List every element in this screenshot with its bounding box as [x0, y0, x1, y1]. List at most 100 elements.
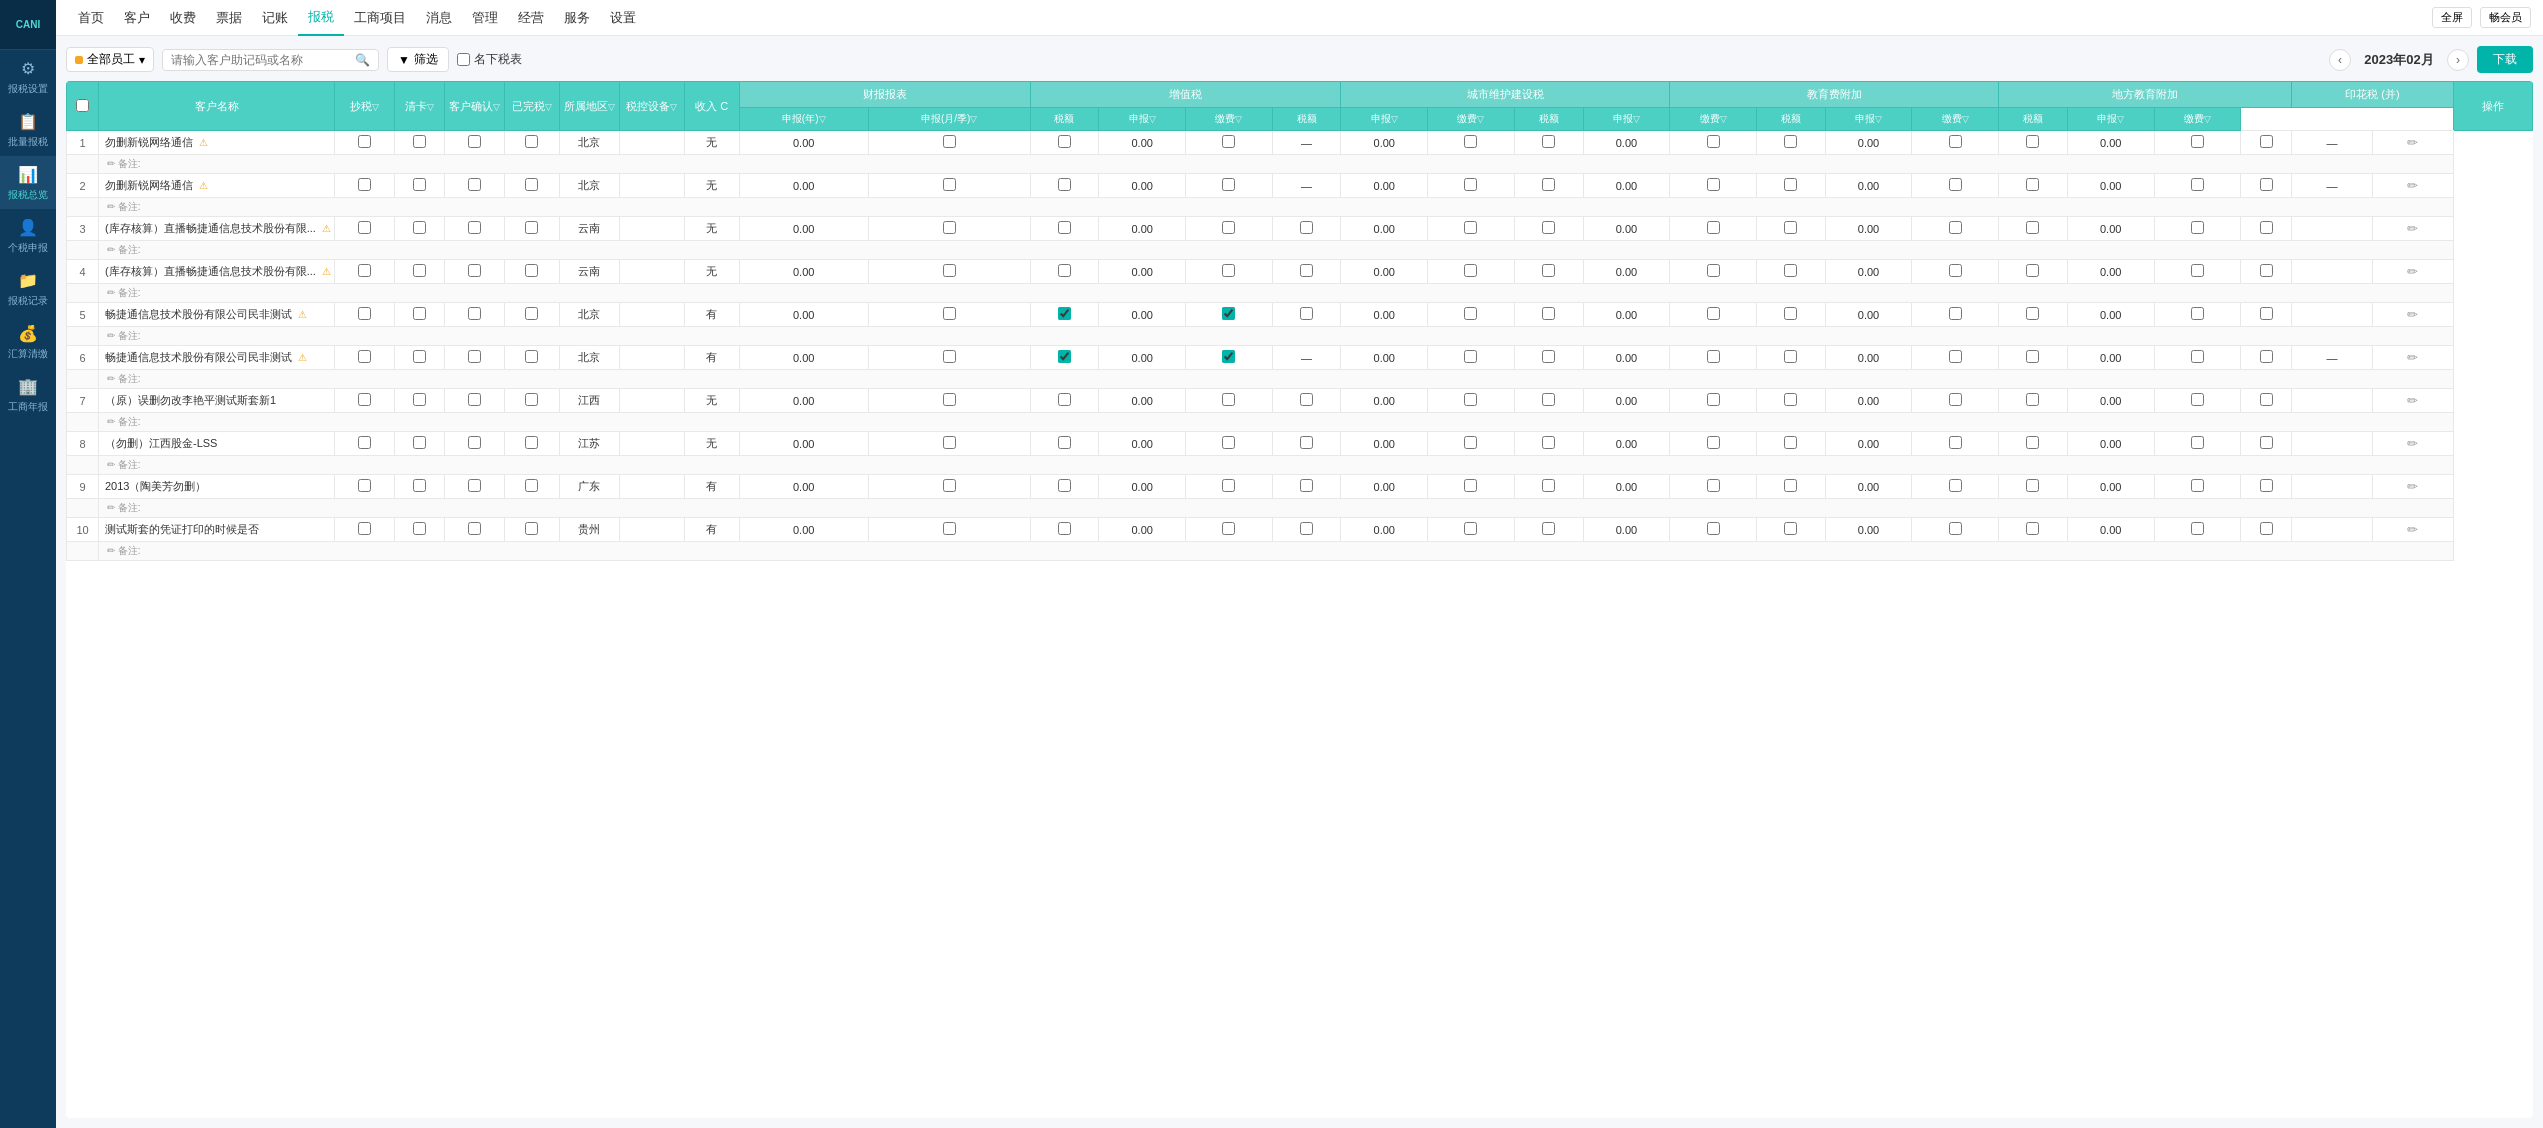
- stamp-pay[interactable]: [2241, 518, 2292, 542]
- edu-declare[interactable]: [1670, 174, 1757, 198]
- stamp-declare[interactable]: [2154, 217, 2241, 241]
- sidebar-item-batch-tax[interactable]: 📋 批量报税: [0, 103, 56, 156]
- stamp-declare[interactable]: [2154, 131, 2241, 155]
- annual-declare-cell[interactable]: [868, 303, 1030, 327]
- stamp-pay[interactable]: [2241, 432, 2292, 456]
- local-declare[interactable]: [1912, 131, 1999, 155]
- city-pay[interactable]: [1514, 217, 1583, 241]
- next-month-btn[interactable]: ›: [2447, 49, 2469, 71]
- city-pay[interactable]: [1514, 518, 1583, 542]
- stamp-declare[interactable]: [2154, 475, 2241, 499]
- col-declared[interactable]: [504, 217, 559, 241]
- sidebar-item-tax-overview[interactable]: 📊 报税总览: [0, 156, 56, 209]
- nav-message[interactable]: 消息: [416, 0, 462, 36]
- vat-declare[interactable]: [1186, 432, 1273, 456]
- vat-pay[interactable]: [1272, 475, 1341, 499]
- col-confirm[interactable]: [444, 389, 504, 413]
- col-confirm[interactable]: [444, 174, 504, 198]
- col-declared[interactable]: [504, 389, 559, 413]
- city-pay[interactable]: [1514, 389, 1583, 413]
- col-confirm[interactable]: [444, 260, 504, 284]
- search-input[interactable]: [171, 53, 351, 67]
- city-declare[interactable]: [1428, 346, 1515, 370]
- city-declare[interactable]: [1428, 217, 1515, 241]
- edu-declare[interactable]: [1670, 518, 1757, 542]
- stamp-declare[interactable]: [2154, 303, 2241, 327]
- vat-declare[interactable]: [1186, 131, 1273, 155]
- col-tax[interactable]: [334, 260, 394, 284]
- edu-pay[interactable]: [1756, 432, 1825, 456]
- col-confirm[interactable]: [444, 217, 504, 241]
- annual-declare-cell[interactable]: [868, 518, 1030, 542]
- member-btn[interactable]: 畅会员: [2480, 7, 2531, 28]
- operation-cell[interactable]: ✏: [2372, 432, 2453, 456]
- sidebar-item-tax-records[interactable]: 📁 报税记录: [0, 262, 56, 315]
- col-confirm[interactable]: [444, 518, 504, 542]
- city-pay[interactable]: [1514, 131, 1583, 155]
- col-tax[interactable]: [334, 131, 394, 155]
- edit-icon[interactable]: ✏: [2407, 522, 2418, 537]
- col-declared[interactable]: [504, 303, 559, 327]
- col-tax[interactable]: [334, 174, 394, 198]
- stamp-declare[interactable]: [2154, 518, 2241, 542]
- edit-icon[interactable]: ✏: [2407, 436, 2418, 451]
- vat-pay[interactable]: [1272, 217, 1341, 241]
- edit-icon[interactable]: ✏: [2407, 479, 2418, 494]
- annual-declare-cell[interactable]: [868, 346, 1030, 370]
- stamp-declare[interactable]: [2154, 432, 2241, 456]
- vat-pay[interactable]: [1272, 303, 1341, 327]
- col-tax[interactable]: [334, 303, 394, 327]
- col-tax[interactable]: [334, 346, 394, 370]
- local-declare[interactable]: [1912, 432, 1999, 456]
- monthly-declare-cell[interactable]: [1030, 174, 1099, 198]
- city-pay[interactable]: [1514, 475, 1583, 499]
- vat-declare[interactable]: [1186, 346, 1273, 370]
- nav-customer[interactable]: 客户: [114, 0, 160, 36]
- operation-cell[interactable]: ✏: [2372, 475, 2453, 499]
- annual-declare-cell[interactable]: [868, 475, 1030, 499]
- col-swipe[interactable]: [394, 389, 444, 413]
- edu-declare[interactable]: [1670, 432, 1757, 456]
- col-confirm[interactable]: [444, 346, 504, 370]
- city-declare[interactable]: [1428, 389, 1515, 413]
- nav-billing[interactable]: 收费: [160, 0, 206, 36]
- annual-declare-cell[interactable]: [868, 174, 1030, 198]
- filter-button[interactable]: ▼ 筛选: [387, 47, 449, 72]
- local-declare[interactable]: [1912, 518, 1999, 542]
- edit-icon[interactable]: ✏: [2407, 264, 2418, 279]
- nav-invoice[interactable]: 票据: [206, 0, 252, 36]
- operation-cell[interactable]: ✏: [2372, 131, 2453, 155]
- col-tax[interactable]: [334, 475, 394, 499]
- city-pay[interactable]: [1514, 174, 1583, 198]
- stamp-pay[interactable]: [2241, 260, 2292, 284]
- local-pay[interactable]: [1999, 131, 2068, 155]
- col-swipe[interactable]: [394, 217, 444, 241]
- col-declared[interactable]: [504, 260, 559, 284]
- annual-declare-cell[interactable]: [868, 217, 1030, 241]
- annual-declare-cell[interactable]: [868, 432, 1030, 456]
- nav-settings[interactable]: 设置: [600, 0, 646, 36]
- city-declare[interactable]: [1428, 432, 1515, 456]
- stamp-pay[interactable]: [2241, 346, 2292, 370]
- local-pay[interactable]: [1999, 303, 2068, 327]
- city-declare[interactable]: [1428, 260, 1515, 284]
- city-declare[interactable]: [1428, 518, 1515, 542]
- prev-month-btn[interactable]: ‹: [2329, 49, 2351, 71]
- edu-declare[interactable]: [1670, 475, 1757, 499]
- edit-icon[interactable]: ✏: [2407, 221, 2418, 236]
- stamp-pay[interactable]: [2241, 475, 2292, 499]
- local-declare[interactable]: [1912, 260, 1999, 284]
- edit-icon[interactable]: ✏: [2407, 307, 2418, 322]
- local-pay[interactable]: [1999, 432, 2068, 456]
- nav-service[interactable]: 服务: [554, 0, 600, 36]
- stamp-declare[interactable]: [2154, 260, 2241, 284]
- fullscreen-btn[interactable]: 全屏: [2432, 7, 2472, 28]
- monthly-declare-cell[interactable]: [1030, 432, 1099, 456]
- nav-industry[interactable]: 工商项目: [344, 0, 416, 36]
- edu-pay[interactable]: [1756, 217, 1825, 241]
- col-swipe[interactable]: [394, 174, 444, 198]
- download-button[interactable]: 下载: [2477, 46, 2533, 73]
- vat-declare[interactable]: [1186, 389, 1273, 413]
- local-declare[interactable]: [1912, 217, 1999, 241]
- monthly-declare-cell[interactable]: [1030, 346, 1099, 370]
